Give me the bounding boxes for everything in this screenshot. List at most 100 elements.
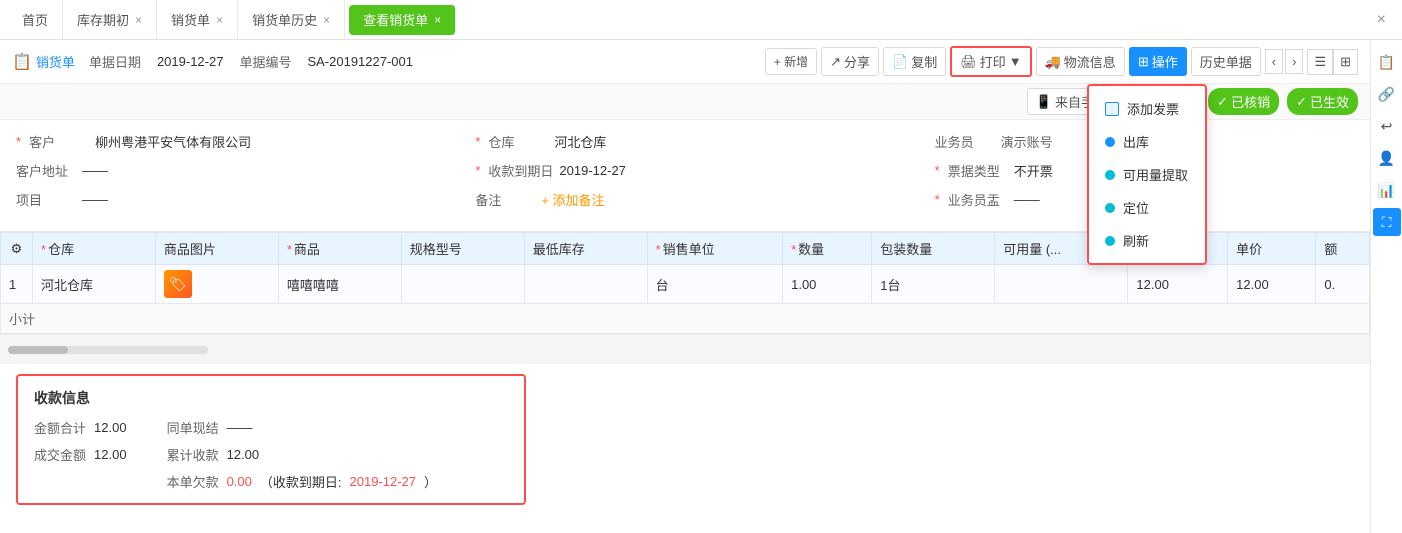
scroll-thumb[interactable] bbox=[8, 346, 68, 354]
row-available bbox=[995, 265, 1128, 304]
project-label: 项目 bbox=[16, 190, 76, 209]
sidebar-icon-link[interactable]: 🔗 bbox=[1373, 80, 1401, 108]
dropdown-outbound[interactable]: 出库 bbox=[1089, 125, 1205, 158]
close-tab-inventory[interactable]: × bbox=[135, 13, 142, 27]
copy-button[interactable]: 📄 复制 bbox=[883, 47, 946, 76]
warehouse-label: 仓库 bbox=[488, 132, 548, 151]
view-mode-buttons: ☰ ⊞ bbox=[1307, 49, 1358, 75]
effective-button[interactable]: ✓ 已生效 bbox=[1287, 88, 1358, 115]
warehouse-value: 河北仓库 bbox=[554, 132, 606, 151]
owed-date: 2019-12-27 bbox=[350, 474, 417, 489]
tab-view-sales[interactable]: 查看销货单 × bbox=[349, 5, 456, 35]
share-button[interactable]: ↗ 分享 bbox=[821, 47, 879, 76]
share-icon: ↗ bbox=[830, 54, 841, 70]
owed-end: ） bbox=[424, 472, 437, 491]
close-tab-sales[interactable]: × bbox=[216, 13, 223, 27]
row-unit-price: 12.00 bbox=[1228, 265, 1316, 304]
address-group: 客户地址 —— bbox=[16, 161, 435, 180]
copy-icon: 📄 bbox=[892, 54, 908, 70]
refresh-icon bbox=[1105, 236, 1115, 246]
sales-label: 业务员盂 bbox=[948, 190, 1008, 209]
same-order-value: —— bbox=[227, 420, 253, 435]
close-tab-view-sales[interactable]: × bbox=[434, 13, 441, 27]
sidebar-icon-expand[interactable]: ⛶ bbox=[1373, 208, 1401, 236]
address-value: —— bbox=[82, 163, 108, 178]
payment-info-rows: 金额合计 12.00 成交金额 12.00 同单现结 —— 累计收款 bbox=[34, 418, 508, 491]
row-spec bbox=[401, 265, 524, 304]
row-pack-qty: 1台 bbox=[872, 265, 995, 304]
check-icon: ✓ bbox=[1217, 94, 1228, 110]
row-amount: 0. bbox=[1316, 265, 1370, 304]
tab-home[interactable]: 首页 bbox=[8, 0, 63, 40]
tab-inventory-init[interactable]: 库存期初 × bbox=[63, 0, 157, 40]
effective-icon: ✓ bbox=[1296, 94, 1307, 110]
owed-note: （收款到期日: bbox=[260, 472, 342, 491]
payment-info-title: 收款信息 bbox=[34, 388, 508, 408]
payment-col-right: 同单现结 —— 累计收款 12.00 本单欠款 0.00 （收款到期日: 201… bbox=[167, 418, 437, 491]
subtotal-label: 小计 bbox=[1, 304, 1370, 334]
row-image: 🏷 bbox=[155, 265, 278, 304]
sidebar-icon-doc[interactable]: 📋 bbox=[1373, 48, 1401, 76]
col-spec: 规格型号 bbox=[401, 233, 524, 265]
col-amount: 额 bbox=[1316, 233, 1370, 265]
row-warehouse: 河北仓库 bbox=[33, 265, 156, 304]
sidebar-icon-user[interactable]: 👤 bbox=[1373, 144, 1401, 172]
row-stock: 12.00 bbox=[1128, 265, 1228, 304]
scroll-track[interactable] bbox=[8, 346, 208, 354]
locate-icon bbox=[1105, 203, 1115, 213]
operate-button[interactable]: ⊞ 操作 bbox=[1129, 47, 1187, 76]
next-button[interactable]: › bbox=[1285, 49, 1303, 74]
notes-label: 备注 bbox=[475, 190, 535, 209]
sidebar-icon-back[interactable]: ↩ bbox=[1373, 112, 1401, 140]
customer-group: * 客户 柳州粤港平安气体有限公司 bbox=[16, 132, 435, 151]
print-button[interactable]: 🖨 打印 ▼ bbox=[950, 46, 1031, 77]
cumulative-label: 累计收款 bbox=[167, 445, 219, 464]
table-scroll-area[interactable] bbox=[0, 334, 1370, 364]
col-image: 商品图片 bbox=[155, 233, 278, 265]
row-no: 1 bbox=[1, 265, 33, 304]
grid-view-button[interactable]: ⊞ bbox=[1333, 49, 1358, 75]
logistics-button[interactable]: 🚚 物流信息 bbox=[1036, 47, 1125, 76]
tab-bar: 首页 库存期初 × 销货单 × 销货单历史 × 查看销货单 × × bbox=[0, 0, 1402, 40]
close-all-tabs[interactable]: × bbox=[1369, 11, 1394, 29]
tab-sales-history[interactable]: 销货单历史 × bbox=[238, 0, 345, 40]
staff-label: 业务员 bbox=[935, 132, 995, 151]
close-tab-history[interactable]: × bbox=[323, 13, 330, 27]
prev-button[interactable]: ‹ bbox=[1265, 49, 1283, 74]
mobile-icon: 📱 bbox=[1036, 94, 1052, 110]
confirm-button[interactable]: ✓ 已核销 bbox=[1208, 88, 1279, 115]
row-qty: 1.00 bbox=[783, 265, 872, 304]
same-order-item: 同单现结 —— bbox=[167, 418, 437, 437]
toolbar-actions: + 新增 ↗ 分享 📄 复制 🖨 打印 ▼ 🚚 物流信息 bbox=[765, 46, 1358, 77]
history-button[interactable]: 历史单据 bbox=[1191, 47, 1261, 76]
dropdown-add-invoice[interactable]: 添加发票 bbox=[1089, 92, 1205, 125]
col-pack-qty: 包装数量 bbox=[872, 233, 995, 265]
amount-total-label: 金额合计 bbox=[34, 418, 86, 437]
sidebar-icon-chart[interactable]: 📊 bbox=[1373, 176, 1401, 204]
row-product: 嘻嘻嘻嘻 bbox=[278, 265, 401, 304]
amount-total-value: 12.00 bbox=[94, 420, 127, 435]
deal-amount-item: 成交金额 12.00 bbox=[34, 445, 127, 464]
deal-amount-label: 成交金额 bbox=[34, 445, 86, 464]
date-label: 单据日期 bbox=[89, 52, 141, 71]
list-view-button[interactable]: ☰ bbox=[1307, 49, 1333, 75]
table-row: 1 河北仓库 🏷 嘻嘻嘻嘻 台 1.00 1台 12.00 12.00 bbox=[1, 265, 1370, 304]
toolbar-row-1: 📋 销货单 单据日期 2019-12-27 单据编号 SA-20191227-0… bbox=[0, 40, 1370, 84]
row-min-stock bbox=[524, 265, 647, 304]
payment-date-label: 收款到期日 bbox=[488, 161, 553, 180]
product-thumbnail: 🏷 bbox=[164, 270, 192, 298]
col-unit-price: 单价 bbox=[1228, 233, 1316, 265]
col-min-stock: 最低库存 bbox=[524, 233, 647, 265]
dropdown-locate[interactable]: 定位 bbox=[1089, 191, 1205, 224]
print-icon: 🖨 bbox=[960, 54, 977, 70]
subtotal-row: 小计 bbox=[1, 304, 1370, 334]
col-qty: *数量 bbox=[783, 233, 872, 265]
dropdown-available-extract[interactable]: 可用量提取 bbox=[1089, 158, 1205, 191]
tab-sales-order[interactable]: 销货单 × bbox=[157, 0, 238, 40]
dropdown-refresh[interactable]: 刷新 bbox=[1089, 224, 1205, 257]
address-label: 客户地址 bbox=[16, 161, 76, 180]
new-button[interactable]: + 新增 bbox=[765, 48, 817, 75]
nav-arrows: ‹ › bbox=[1265, 49, 1304, 74]
notes-add-button[interactable]: + 添加备注 bbox=[541, 190, 604, 209]
project-value: —— bbox=[82, 192, 108, 207]
